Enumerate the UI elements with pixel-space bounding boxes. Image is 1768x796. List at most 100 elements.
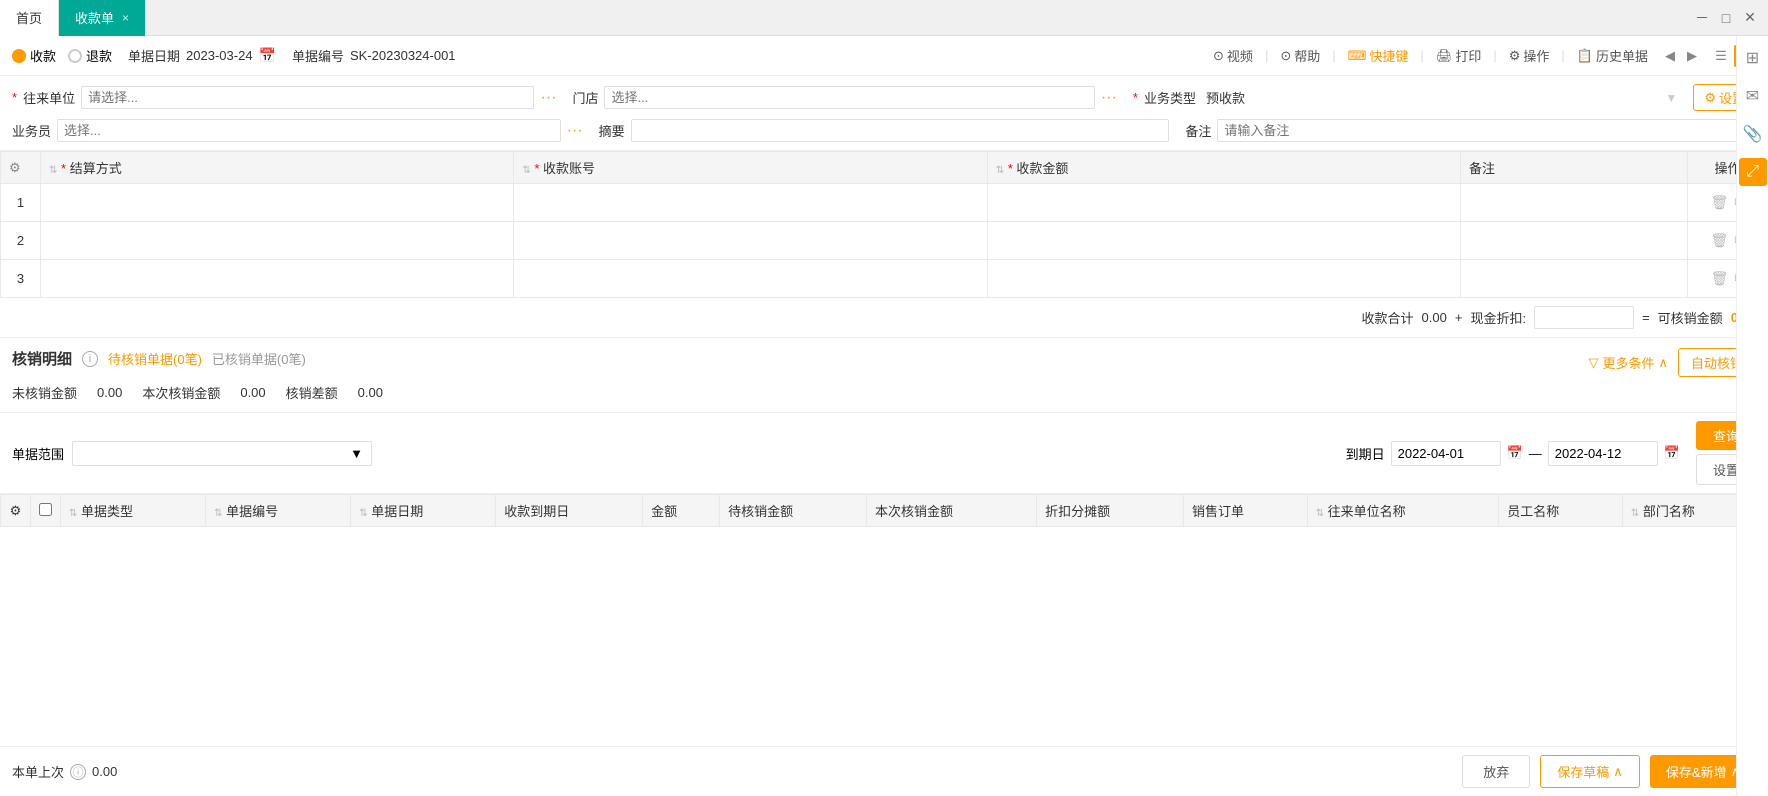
summary-field: 摘要 bbox=[599, 119, 1170, 142]
receipt-type-group: 收款 退款 bbox=[12, 46, 112, 65]
tab-home[interactable]: 首页 bbox=[0, 0, 59, 36]
calendar-from-icon[interactable]: 📅 bbox=[1507, 445, 1523, 461]
summary-input[interactable] bbox=[631, 119, 1170, 142]
radio-refund-dot bbox=[68, 49, 82, 63]
tab-close-icon[interactable]: × bbox=[122, 11, 129, 25]
cell-settle-3[interactable] bbox=[41, 260, 514, 298]
sidebar-attachment-icon[interactable]: 📎 bbox=[1739, 120, 1767, 148]
tab-active[interactable]: 收款单 × bbox=[59, 0, 145, 36]
col-amount: ⇅ * 收款金额 bbox=[987, 152, 1460, 184]
cell-remarks-2[interactable] bbox=[1461, 222, 1688, 260]
delete-icon-3[interactable]: 🗑 bbox=[1711, 270, 1729, 287]
table-row: 2 🗑 ⧉ bbox=[1, 222, 1768, 260]
shortcut-button[interactable]: ⌨ 快捷键 bbox=[1344, 44, 1413, 67]
biz-type-field: * 业务类型 预收款 ▼ bbox=[1133, 88, 1677, 107]
total-label: 收款合计 bbox=[1362, 308, 1414, 327]
minimize-button[interactable]: － bbox=[1692, 8, 1712, 28]
col-partner-name: ⇅ 往来单位名称 bbox=[1307, 495, 1499, 527]
select-all-checkbox[interactable] bbox=[39, 503, 52, 516]
store-dots[interactable]: ··· bbox=[1101, 89, 1117, 107]
cell-remarks-3[interactable] bbox=[1461, 260, 1688, 298]
partner-required: * bbox=[12, 90, 17, 105]
biz-required: * bbox=[1133, 90, 1138, 105]
salesperson-input[interactable] bbox=[57, 119, 561, 142]
partner-dots[interactable]: ··· bbox=[540, 89, 556, 107]
radio-receive-label: 收款 bbox=[30, 46, 56, 65]
table-gear-icon[interactable]: ⚙ bbox=[9, 160, 21, 175]
calendar-icon[interactable]: 📅 bbox=[259, 47, 276, 64]
delete-icon-1[interactable]: 🗑 bbox=[1711, 194, 1729, 211]
col-amount: 金额 bbox=[643, 495, 720, 527]
row-num-2: 2 bbox=[1, 222, 41, 260]
abandon-button[interactable]: 放弃 bbox=[1462, 755, 1530, 788]
range-label: 单据范围 bbox=[12, 444, 64, 463]
verify-title-text: 核销明细 bbox=[12, 348, 72, 369]
history-button[interactable]: 📋 历史单据 bbox=[1573, 44, 1652, 67]
plus-sign: + bbox=[1455, 310, 1463, 325]
total-value: 0.00 bbox=[1422, 310, 1447, 325]
range-select[interactable]: ▼ bbox=[72, 441, 372, 466]
cell-account-1[interactable] bbox=[514, 184, 987, 222]
partner-input[interactable] bbox=[81, 86, 534, 109]
operation-icon: ⚙ bbox=[1509, 48, 1521, 64]
bottom-info-icon[interactable]: ⓘ bbox=[70, 764, 86, 780]
cell-account-3[interactable] bbox=[514, 260, 987, 298]
cell-amount-2[interactable] bbox=[987, 222, 1460, 260]
salesperson-label: 业务员 bbox=[12, 121, 51, 140]
delete-icon-2[interactable]: 🗑 bbox=[1711, 232, 1729, 249]
operation-button[interactable]: ⚙ 操作 bbox=[1505, 44, 1554, 67]
cell-amount-1[interactable] bbox=[987, 184, 1460, 222]
sidebar-table-icon[interactable]: ⊞ bbox=[1739, 44, 1767, 72]
close-button[interactable]: ✕ bbox=[1740, 8, 1760, 28]
cell-settle-1[interactable] bbox=[41, 184, 514, 222]
help-button[interactable]: ⊙ 帮助 bbox=[1276, 44, 1324, 67]
data-table: ⚙ ⇅ 单据类型 ⇅ 单据编号 ⇅ 单据日期 bbox=[0, 494, 1768, 527]
calendar-to-icon[interactable]: 📅 bbox=[1664, 445, 1680, 461]
discount-input[interactable] bbox=[1534, 306, 1634, 329]
date-to-input[interactable] bbox=[1548, 441, 1658, 466]
salesperson-dots[interactable]: ··· bbox=[567, 122, 583, 140]
draft-button[interactable]: 保存草稿 ∧ bbox=[1540, 755, 1640, 788]
sidebar-expand-icon[interactable]: ⤢ bbox=[1739, 158, 1767, 186]
bottom-info: 本单上次 ⓘ 0.00 bbox=[12, 762, 117, 781]
cell-remarks-1[interactable] bbox=[1461, 184, 1688, 222]
date-from-input[interactable] bbox=[1391, 441, 1501, 466]
radio-refund[interactable]: 退款 bbox=[68, 46, 112, 65]
cell-settle-2[interactable] bbox=[41, 222, 514, 260]
verify-actions-row: 核销明细 i 待核销单据(0笔) 已核销单据(0笔) ▽ 更多条件 ∧ 自动核销 bbox=[12, 348, 1756, 377]
partner-field: * 往来单位 ··· bbox=[12, 86, 556, 109]
radio-receive[interactable]: 收款 bbox=[12, 46, 56, 65]
cell-account-2[interactable] bbox=[514, 222, 987, 260]
pending-tab[interactable]: 待核销单据(0笔) bbox=[108, 349, 202, 368]
current-label: 本单上次 bbox=[12, 762, 64, 781]
col-settle-method: ⇅ * 结算方式 bbox=[41, 152, 514, 184]
cell-amount-3[interactable] bbox=[987, 260, 1460, 298]
list-view-icon[interactable]: ☰ bbox=[1710, 45, 1732, 67]
verify-amount-label: 可核销金额 bbox=[1658, 308, 1723, 327]
sidebar-mail-icon[interactable]: ✉ bbox=[1739, 82, 1767, 110]
remarks-input[interactable] bbox=[1217, 119, 1756, 142]
number-value: SK-20230324-001 bbox=[350, 48, 456, 63]
right-sidebar: ⊞ ✉ 📎 ⤢ bbox=[1736, 36, 1768, 796]
col-sales-order: 销售订单 bbox=[1184, 495, 1308, 527]
print-icon: 🖨 bbox=[1436, 48, 1453, 64]
col-pending: 待核销金额 bbox=[720, 495, 867, 527]
print-button[interactable]: 🖨 打印 bbox=[1432, 44, 1486, 67]
store-field: 门店 ··· bbox=[572, 86, 1116, 109]
video-button[interactable]: ⊙ 视频 bbox=[1209, 44, 1257, 67]
summary-row: 收款合计 0.00 + 现金折扣: = 可核销金额 0.00 bbox=[0, 298, 1768, 338]
restore-button[interactable]: □ bbox=[1716, 8, 1736, 28]
current-verify-value: 0.00 bbox=[240, 385, 265, 400]
table-gear-icon-2[interactable]: ⚙ bbox=[10, 503, 22, 518]
nav-prev[interactable]: ◀ bbox=[1660, 46, 1680, 66]
nav-next[interactable]: ▶ bbox=[1682, 46, 1702, 66]
date-label: 单据日期 bbox=[128, 46, 180, 65]
verify-info-icon[interactable]: i bbox=[82, 351, 98, 367]
biz-type-dropdown[interactable]: ▼ bbox=[1665, 91, 1677, 105]
done-tab[interactable]: 已核销单据(0笔) bbox=[212, 349, 306, 368]
help-icon: ⊙ bbox=[1280, 48, 1291, 64]
receipt-table: ⚙ ⇅ * 结算方式 ⇅ * 收款账号 ⇅ * 收款 bbox=[0, 151, 1768, 298]
more-conditions-button[interactable]: ▽ 更多条件 ∧ bbox=[1588, 353, 1668, 372]
chevron-up-icon: ∧ bbox=[1658, 355, 1668, 371]
store-input[interactable] bbox=[604, 86, 1094, 109]
